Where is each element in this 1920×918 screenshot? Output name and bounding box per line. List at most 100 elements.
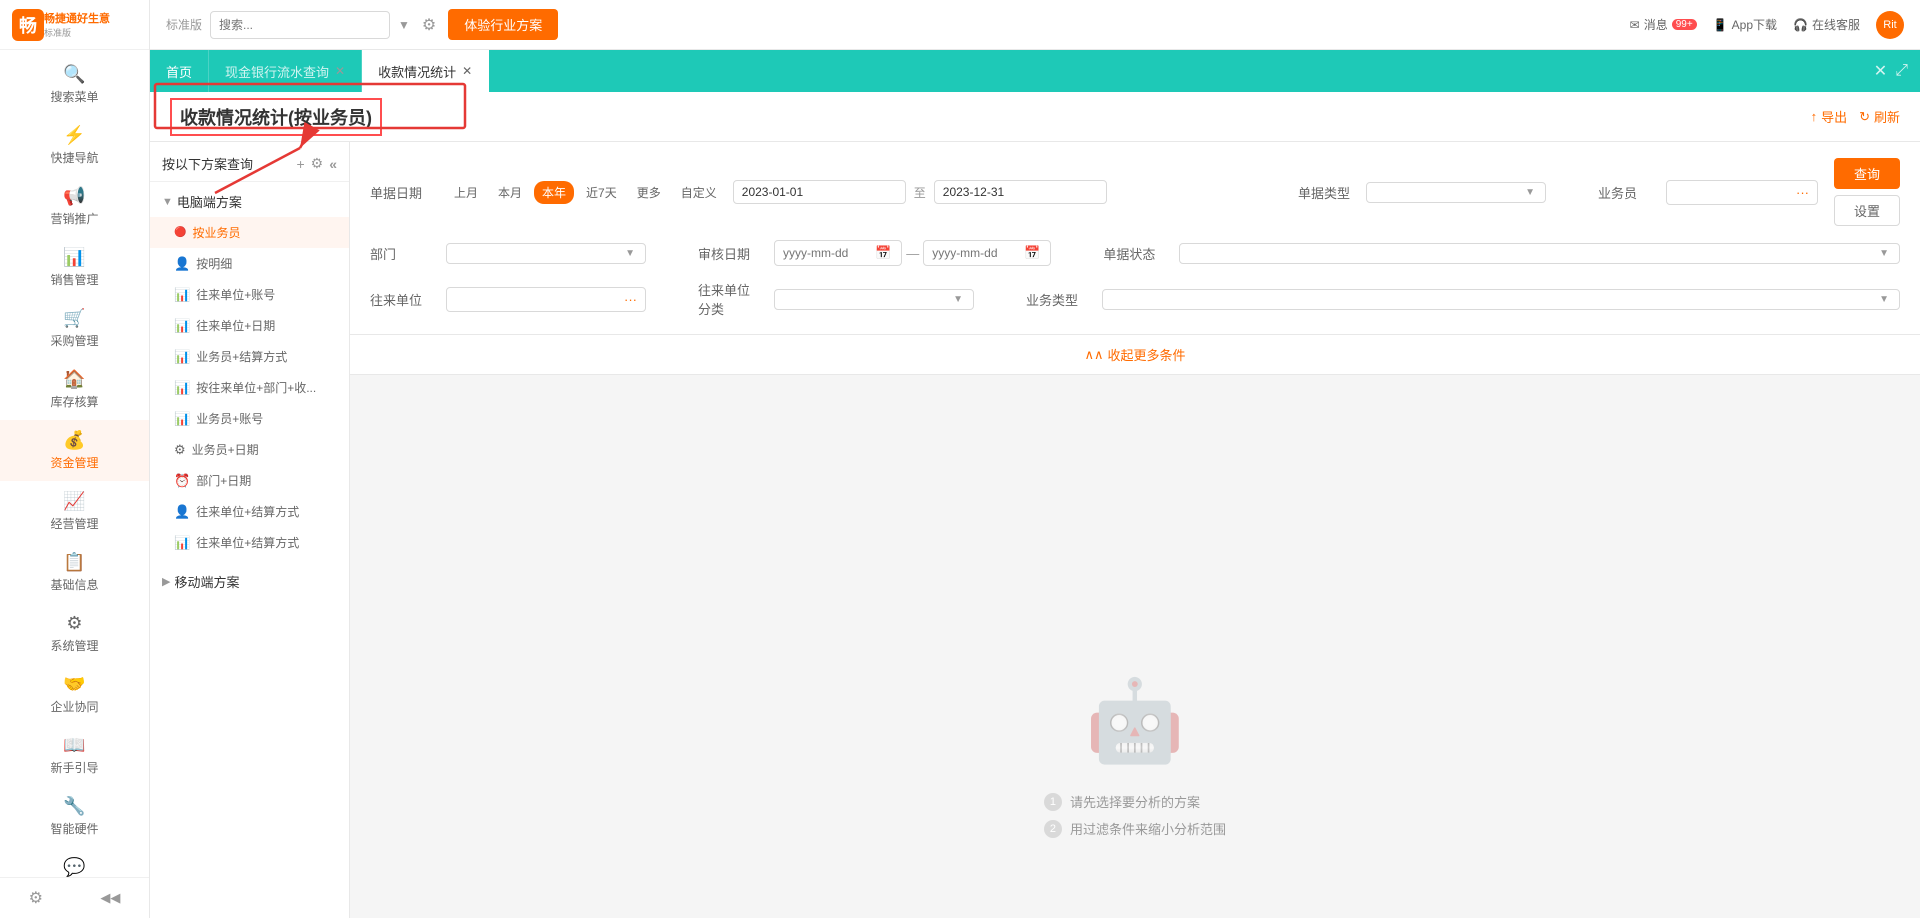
doc-status-select[interactable]: ▼: [1179, 243, 1900, 264]
date-tab-this-month[interactable]: 本月: [490, 181, 530, 204]
topbar-right: ✉ 消息 99+ 📱 App下载 🎧 在线客服 Rit: [1630, 11, 1904, 39]
scheme-item-salesperson-settlement[interactable]: 📊 业务员+结算方式: [150, 341, 349, 372]
sidebar-item-marketing[interactable]: 📢 营销推广: [0, 176, 149, 237]
date-tab-7days[interactable]: 近7天: [578, 181, 625, 204]
collapse-footer-icon[interactable]: ◀◀: [100, 890, 120, 906]
scheme-item-salesperson-date[interactable]: ⚙ 业务员+日期: [150, 434, 349, 465]
scheme-item-dept-date[interactable]: ⏰ 部门+日期: [150, 465, 349, 496]
tab-bank-flow[interactable]: 现金银行流水查询 ✕: [209, 50, 362, 92]
dept-select[interactable]: ▼: [446, 243, 646, 264]
partner-category-select[interactable]: ▼: [774, 289, 974, 310]
sidebar-item-system[interactable]: ⚙ 系统管理: [0, 603, 149, 664]
empty-tips: 1 请先选择要分析的方案 2 用过滤条件来缩小分析范围: [1044, 792, 1226, 838]
review-date-start-wrapper: 📅: [774, 240, 902, 266]
calendar-end-icon[interactable]: 📅: [1024, 245, 1040, 261]
online-service-action[interactable]: 🎧 在线客服: [1793, 16, 1860, 33]
user-avatar[interactable]: Rit: [1876, 11, 1904, 39]
empty-tip-2-text: 用过滤条件来缩小分析范围: [1070, 819, 1226, 838]
date-start-input[interactable]: [733, 180, 906, 204]
scheme-item-icon: 📊: [174, 349, 190, 365]
scheme-item-label: 往来单位+结算方式: [196, 534, 299, 551]
sidebar-item-search-menu[interactable]: 🔍 搜索菜单: [0, 54, 149, 115]
sidebar-item-guide[interactable]: 📖 新手引导: [0, 725, 149, 786]
collection-stats-tab-close-icon[interactable]: ✕: [462, 64, 472, 78]
window-close-icon[interactable]: ✕: [1874, 61, 1887, 81]
topbar-chevron-icon[interactable]: ▼: [398, 18, 410, 32]
sidebar-item-hardware[interactable]: 🔧 智能硬件: [0, 786, 149, 847]
trial-button[interactable]: 体验行业方案: [448, 9, 558, 40]
salesperson-select[interactable]: ···: [1666, 180, 1818, 205]
settings-footer-icon[interactable]: ⚙: [29, 888, 43, 908]
collapse-bar[interactable]: ∧∧ 收起更多条件: [350, 335, 1920, 375]
scheme-item-active-icon: 🔴: [174, 227, 186, 238]
scheme-item-label: 按业务员: [192, 224, 240, 241]
app-download-action[interactable]: 📱 App下载: [1713, 16, 1777, 33]
sidebar-item-enterprise[interactable]: 🤝 企业协同: [0, 664, 149, 725]
export-label: 导出: [1821, 107, 1847, 126]
doc-status-label: 单据状态: [1103, 244, 1163, 263]
sidebar-item-finance[interactable]: 💰 资金管理: [0, 420, 149, 481]
marketing-icon: 📢: [63, 186, 85, 207]
review-date-end-input[interactable]: [932, 246, 1022, 260]
sidebar-item-sales[interactable]: 📊 销售管理: [0, 237, 149, 298]
tab-collection-stats[interactable]: 收款情况统计 ✕: [362, 50, 489, 92]
date-tab-this-year[interactable]: 本年: [534, 181, 574, 204]
message-badge: 99+: [1672, 19, 1697, 30]
topbar-gear-icon[interactable]: ⚙: [422, 15, 436, 35]
scheme-add-icon[interactable]: +: [296, 156, 304, 172]
message-action[interactable]: ✉ 消息 99+: [1630, 16, 1697, 33]
scheme-item-by-detail[interactable]: 👤 按明细: [150, 248, 349, 279]
scheme-item-partner-settlement1[interactable]: 👤 往来单位+结算方式: [150, 496, 349, 527]
scheme-group-desktop-header[interactable]: ▼ 电脑端方案: [150, 186, 349, 217]
review-date-start-input[interactable]: [783, 246, 873, 260]
message-icon: ✉: [1630, 18, 1640, 32]
empty-tip-2: 2 用过滤条件来缩小分析范围: [1044, 819, 1226, 838]
doc-type-select[interactable]: ▼: [1366, 182, 1546, 203]
scheme-item-partner-settlement2[interactable]: 📊 往来单位+结算方式: [150, 527, 349, 558]
sidebar-item-basic[interactable]: 📋 基础信息: [0, 542, 149, 603]
calendar-start-icon[interactable]: 📅: [875, 245, 891, 261]
sidebar-item-purchase[interactable]: 🛒 采购管理: [0, 298, 149, 359]
export-button[interactable]: ↑ 导出: [1811, 107, 1848, 126]
salesperson-label: 业务员: [1598, 183, 1658, 202]
refresh-icon: ↻: [1859, 109, 1870, 125]
sidebar-item-label: 营销推广: [50, 210, 98, 227]
filter-settings-button[interactable]: 设置: [1834, 195, 1900, 226]
partner-select[interactable]: ···: [446, 287, 646, 312]
scheme-group-mobile-header[interactable]: ▶ 移动端方案: [150, 566, 349, 597]
sidebar-item-operation[interactable]: 📈 经营管理: [0, 481, 149, 542]
scheme-collapse-icon[interactable]: «: [329, 156, 337, 172]
sidebar-item-inventory[interactable]: 🏠 库存核算: [0, 359, 149, 420]
app-download-label: App下载: [1732, 16, 1777, 33]
sidebar-item-quick-nav[interactable]: ⚡ 快捷导航: [0, 115, 149, 176]
window-maximize-icon[interactable]: ⤢: [1895, 62, 1908, 80]
scheme-item-label: 业务员+账号: [196, 410, 263, 427]
refresh-button[interactable]: ↻ 刷新: [1859, 107, 1900, 126]
scheme-item-partner-date[interactable]: 📊 往来单位+日期: [150, 310, 349, 341]
date-tab-custom[interactable]: 自定义: [673, 181, 725, 204]
date-tab-more[interactable]: 更多: [629, 181, 669, 204]
tab-home[interactable]: 首页: [150, 50, 209, 92]
scheme-item-salesperson-account[interactable]: 📊 业务员+账号: [150, 403, 349, 434]
scheme-item-by-salesperson[interactable]: 🔴 按业务员: [150, 217, 349, 248]
scheme-item-partner-dept-collect[interactable]: 📊 按往来单位+部门+收...: [150, 372, 349, 403]
finance-icon: 💰: [63, 430, 85, 451]
scheme-item-partner-account[interactable]: 📊 往来单位+账号: [150, 279, 349, 310]
scheme-settings-icon[interactable]: ⚙: [311, 155, 324, 172]
date-tab-last-month[interactable]: 上月: [446, 181, 486, 204]
business-type-chevron-icon: ▼: [1879, 294, 1889, 305]
collapse-chevron-icon: ∧∧: [1084, 347, 1103, 363]
bank-flow-tab-close-icon[interactable]: ✕: [335, 64, 345, 78]
query-button[interactable]: 查询: [1834, 158, 1900, 189]
app-download-icon: 📱: [1713, 18, 1728, 32]
dept-label: 部门: [370, 244, 430, 263]
topbar-search-input[interactable]: [210, 11, 390, 39]
sidebar-item-label: 企业协同: [50, 698, 98, 715]
date-end-input[interactable]: [934, 180, 1107, 204]
partner-more-btn[interactable]: ···: [624, 292, 637, 307]
right-panel: 单据日期 上月 本月 本年 近7天 更多 自定义: [350, 142, 1920, 918]
bank-flow-tab-label: 现金银行流水查询: [225, 62, 329, 81]
sidebar-item-label: 库存核算: [50, 393, 98, 410]
business-type-select[interactable]: ▼: [1102, 289, 1900, 310]
sidebar-item-wechat[interactable]: 💬 企业微信: [0, 847, 149, 877]
